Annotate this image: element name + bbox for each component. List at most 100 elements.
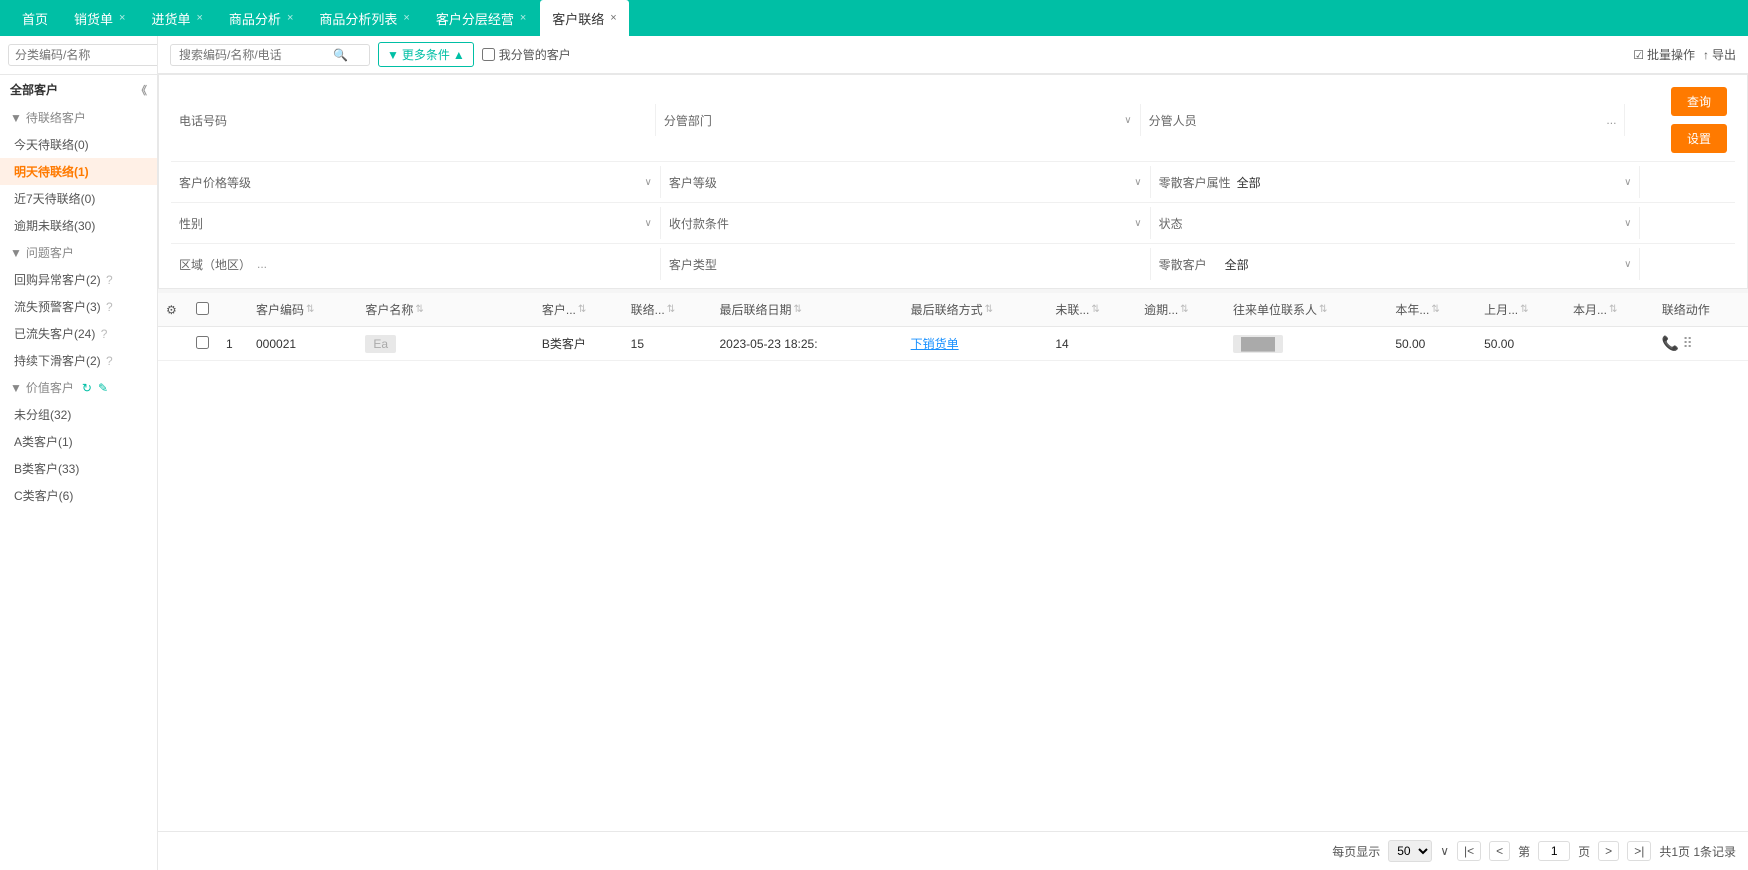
filter-status-select[interactable]: ∨ [1225, 218, 1632, 229]
row-action-call-icon[interactable]: 📞 [1662, 335, 1679, 351]
nav-purchase-order[interactable]: 进货单 × [139, 0, 214, 36]
col-customer-code[interactable]: 客户编码 ⇅ [248, 293, 357, 327]
row-select-checkbox[interactable] [196, 336, 209, 349]
col-this-year[interactable]: 本年... ⇅ [1387, 293, 1476, 327]
toolbar-search-icon[interactable]: 🔍 [333, 48, 348, 62]
refresh-icon[interactable]: ↻ [82, 381, 92, 395]
checkbox-icon: ☑ [1633, 48, 1644, 62]
select-all-checkbox[interactable] [196, 302, 209, 315]
sort-code: ⇅ [306, 304, 314, 315]
col-last-contact-method[interactable]: 最后联络方式 ⇅ [903, 293, 1048, 327]
filter-retail-attr-select[interactable]: 全部 ∨ [1237, 174, 1632, 191]
sidebar-item-repurchase-abnormal[interactable]: 回购异常客户(2) ? [0, 266, 157, 293]
help-icon-declining[interactable]: ? [106, 354, 113, 368]
nav-close-sales-order[interactable]: × [119, 12, 125, 24]
dept-down-arrow: ∨ [1124, 115, 1131, 126]
row-contact: 15 [623, 327, 712, 361]
row-action-more-icon[interactable]: ⠿ [1683, 335, 1693, 351]
col-overdue[interactable]: 逾期... ⇅ [1136, 293, 1225, 327]
sidebar-group-value[interactable]: ▼ 价值客户 ↻ ✎ [0, 374, 157, 401]
col-this-month[interactable]: 本月... ⇅ [1565, 293, 1654, 327]
sidebar-item-churned[interactable]: 已流失客户(24) ? [0, 320, 157, 347]
my-customers-checkbox[interactable] [482, 48, 495, 61]
row-this-month [1565, 327, 1654, 361]
page-input[interactable] [1538, 841, 1570, 861]
sort-last-month: ⇅ [1520, 304, 1528, 315]
col-contact-person[interactable]: 往来单位联系人 ⇅ [1225, 293, 1387, 327]
query-button[interactable]: 查询 [1671, 87, 1727, 116]
nav-product-analysis-list[interactable]: 商品分析列表 × [307, 0, 421, 36]
table-row: 1 000021 Ea B类客户 15 [158, 327, 1748, 361]
prev-page-button[interactable]: < [1489, 841, 1510, 861]
filter-dept-select[interactable]: ∨ [730, 115, 1132, 126]
main-layout: 🔍 全部客户 《 ▼ 待联络客户 今天待联络(0) 明天待联络(1) 近7天待联… [0, 36, 1748, 870]
my-customers-checkbox-label[interactable]: 我分管的客户 [482, 46, 571, 63]
page-size-select[interactable]: 50 [1388, 840, 1432, 862]
nav-customer-stratification[interactable]: 客户分层经营 × [424, 0, 538, 36]
nav-product-analysis[interactable]: 商品分析 × [217, 0, 305, 36]
col-no-contact[interactable]: 未联... ⇅ [1047, 293, 1136, 327]
col-customer-name[interactable]: 客户名称 ⇅ [357, 293, 533, 327]
filter-phone-input[interactable] [245, 113, 647, 127]
col-last-contact-date[interactable]: 最后联络日期 ⇅ [711, 293, 902, 327]
edit-icon[interactable]: ✎ [98, 381, 108, 395]
help-icon-repurchase[interactable]: ? [106, 273, 113, 287]
last-page-button[interactable]: >| [1627, 841, 1651, 861]
manager-dots-btn[interactable]: ... [1606, 113, 1616, 127]
table-area: ⚙ 客户编码 ⇅ [158, 293, 1748, 831]
col-index [218, 293, 248, 327]
page-down-arrow[interactable]: ∨ [1440, 844, 1449, 858]
col-customer-type[interactable]: 客户... ⇅ [534, 293, 623, 327]
col-contact[interactable]: 联络... ⇅ [623, 293, 712, 327]
first-page-button[interactable]: |< [1457, 841, 1481, 861]
batch-operation-button[interactable]: ☑ 批量操作 [1633, 46, 1695, 63]
filter-customer-grade-select[interactable]: ∨ [735, 177, 1142, 188]
col-last-month[interactable]: 上月... ⇅ [1476, 293, 1565, 327]
sidebar-item-overdue-contact[interactable]: 逾期未联络(30) [0, 212, 157, 239]
sidebar-item-tomorrow-contact[interactable]: 明天待联络(1) [0, 158, 157, 185]
sidebar-item-c-class[interactable]: C类客户(6) [0, 482, 157, 509]
sidebar-item-declining[interactable]: 持续下滑客户(2) ? [0, 347, 157, 374]
col-settings-icon[interactable]: ⚙ [166, 303, 177, 317]
sidebar-item-churn-warning[interactable]: 流失预警客户(3) ? [0, 293, 157, 320]
row-name: Ea [357, 327, 533, 361]
export-button[interactable]: ↑ 导出 [1703, 46, 1736, 63]
filter-price-grade-select[interactable]: ∨ [257, 177, 652, 188]
gender-down-arrow: ∨ [644, 218, 651, 229]
filter-row-2: 客户价格等级 ∨ 客户等级 ∨ 零散客户属性 全部 [171, 166, 1735, 203]
sidebar-group-problem[interactable]: ▼ 问题客户 [0, 239, 157, 266]
row-code: 000021 [248, 327, 357, 361]
nav-close-customer-contact[interactable]: × [610, 12, 616, 24]
nav-sales-order[interactable]: 销货单 × [62, 0, 137, 36]
export-icon: ↑ [1703, 48, 1709, 62]
table-header-row: ⚙ 客户编码 ⇅ [158, 293, 1748, 327]
sidebar-search-input[interactable] [8, 44, 158, 66]
next-page-button[interactable]: > [1598, 841, 1619, 861]
sidebar-item-b-class[interactable]: B类客户(33) [0, 455, 157, 482]
help-icon-churn-warning[interactable]: ? [106, 300, 113, 314]
nav-close-customer-stratification[interactable]: × [520, 12, 526, 24]
nav-close-purchase-order[interactable]: × [196, 12, 202, 24]
region-dots-btn[interactable]: ... [257, 257, 267, 271]
nav-home[interactable]: 首页 [10, 0, 60, 36]
sidebar-all-customers[interactable]: 全部客户 《 [0, 75, 157, 104]
sidebar-group-pending[interactable]: ▼ 待联络客户 [0, 104, 157, 131]
toolbar-search-input[interactable] [179, 48, 329, 62]
sidebar-item-7day-contact[interactable]: 近7天待联络(0) [0, 185, 157, 212]
sidebar-item-today-contact[interactable]: 今天待联络(0) [0, 131, 157, 158]
settings-button[interactable]: 设置 [1671, 124, 1727, 153]
sidebar-item-a-class[interactable]: A类客户(1) [0, 428, 157, 455]
filter-payment-select[interactable]: ∨ [735, 218, 1142, 229]
more-filter-button[interactable]: ▼ 更多条件 ▲ [378, 42, 474, 67]
nav-close-product-analysis[interactable]: × [287, 12, 293, 24]
nav-customer-contact[interactable]: 客户联络 × [540, 0, 628, 36]
nav-close-product-analysis-list[interactable]: × [403, 12, 409, 24]
row-this-year: 50.00 [1387, 327, 1476, 361]
sidebar-item-ungrouped[interactable]: 未分组(32) [0, 401, 157, 428]
sort-overdue: ⇅ [1180, 304, 1188, 315]
filter-manager-input[interactable] [1215, 113, 1601, 127]
filter-manager: 分管人员 ... [1141, 104, 1626, 136]
help-icon-churned[interactable]: ? [101, 327, 108, 341]
filter-gender-select[interactable]: ∨ [245, 218, 652, 229]
filter-retail-customer-select[interactable]: 全部 ∨ [1225, 256, 1632, 273]
